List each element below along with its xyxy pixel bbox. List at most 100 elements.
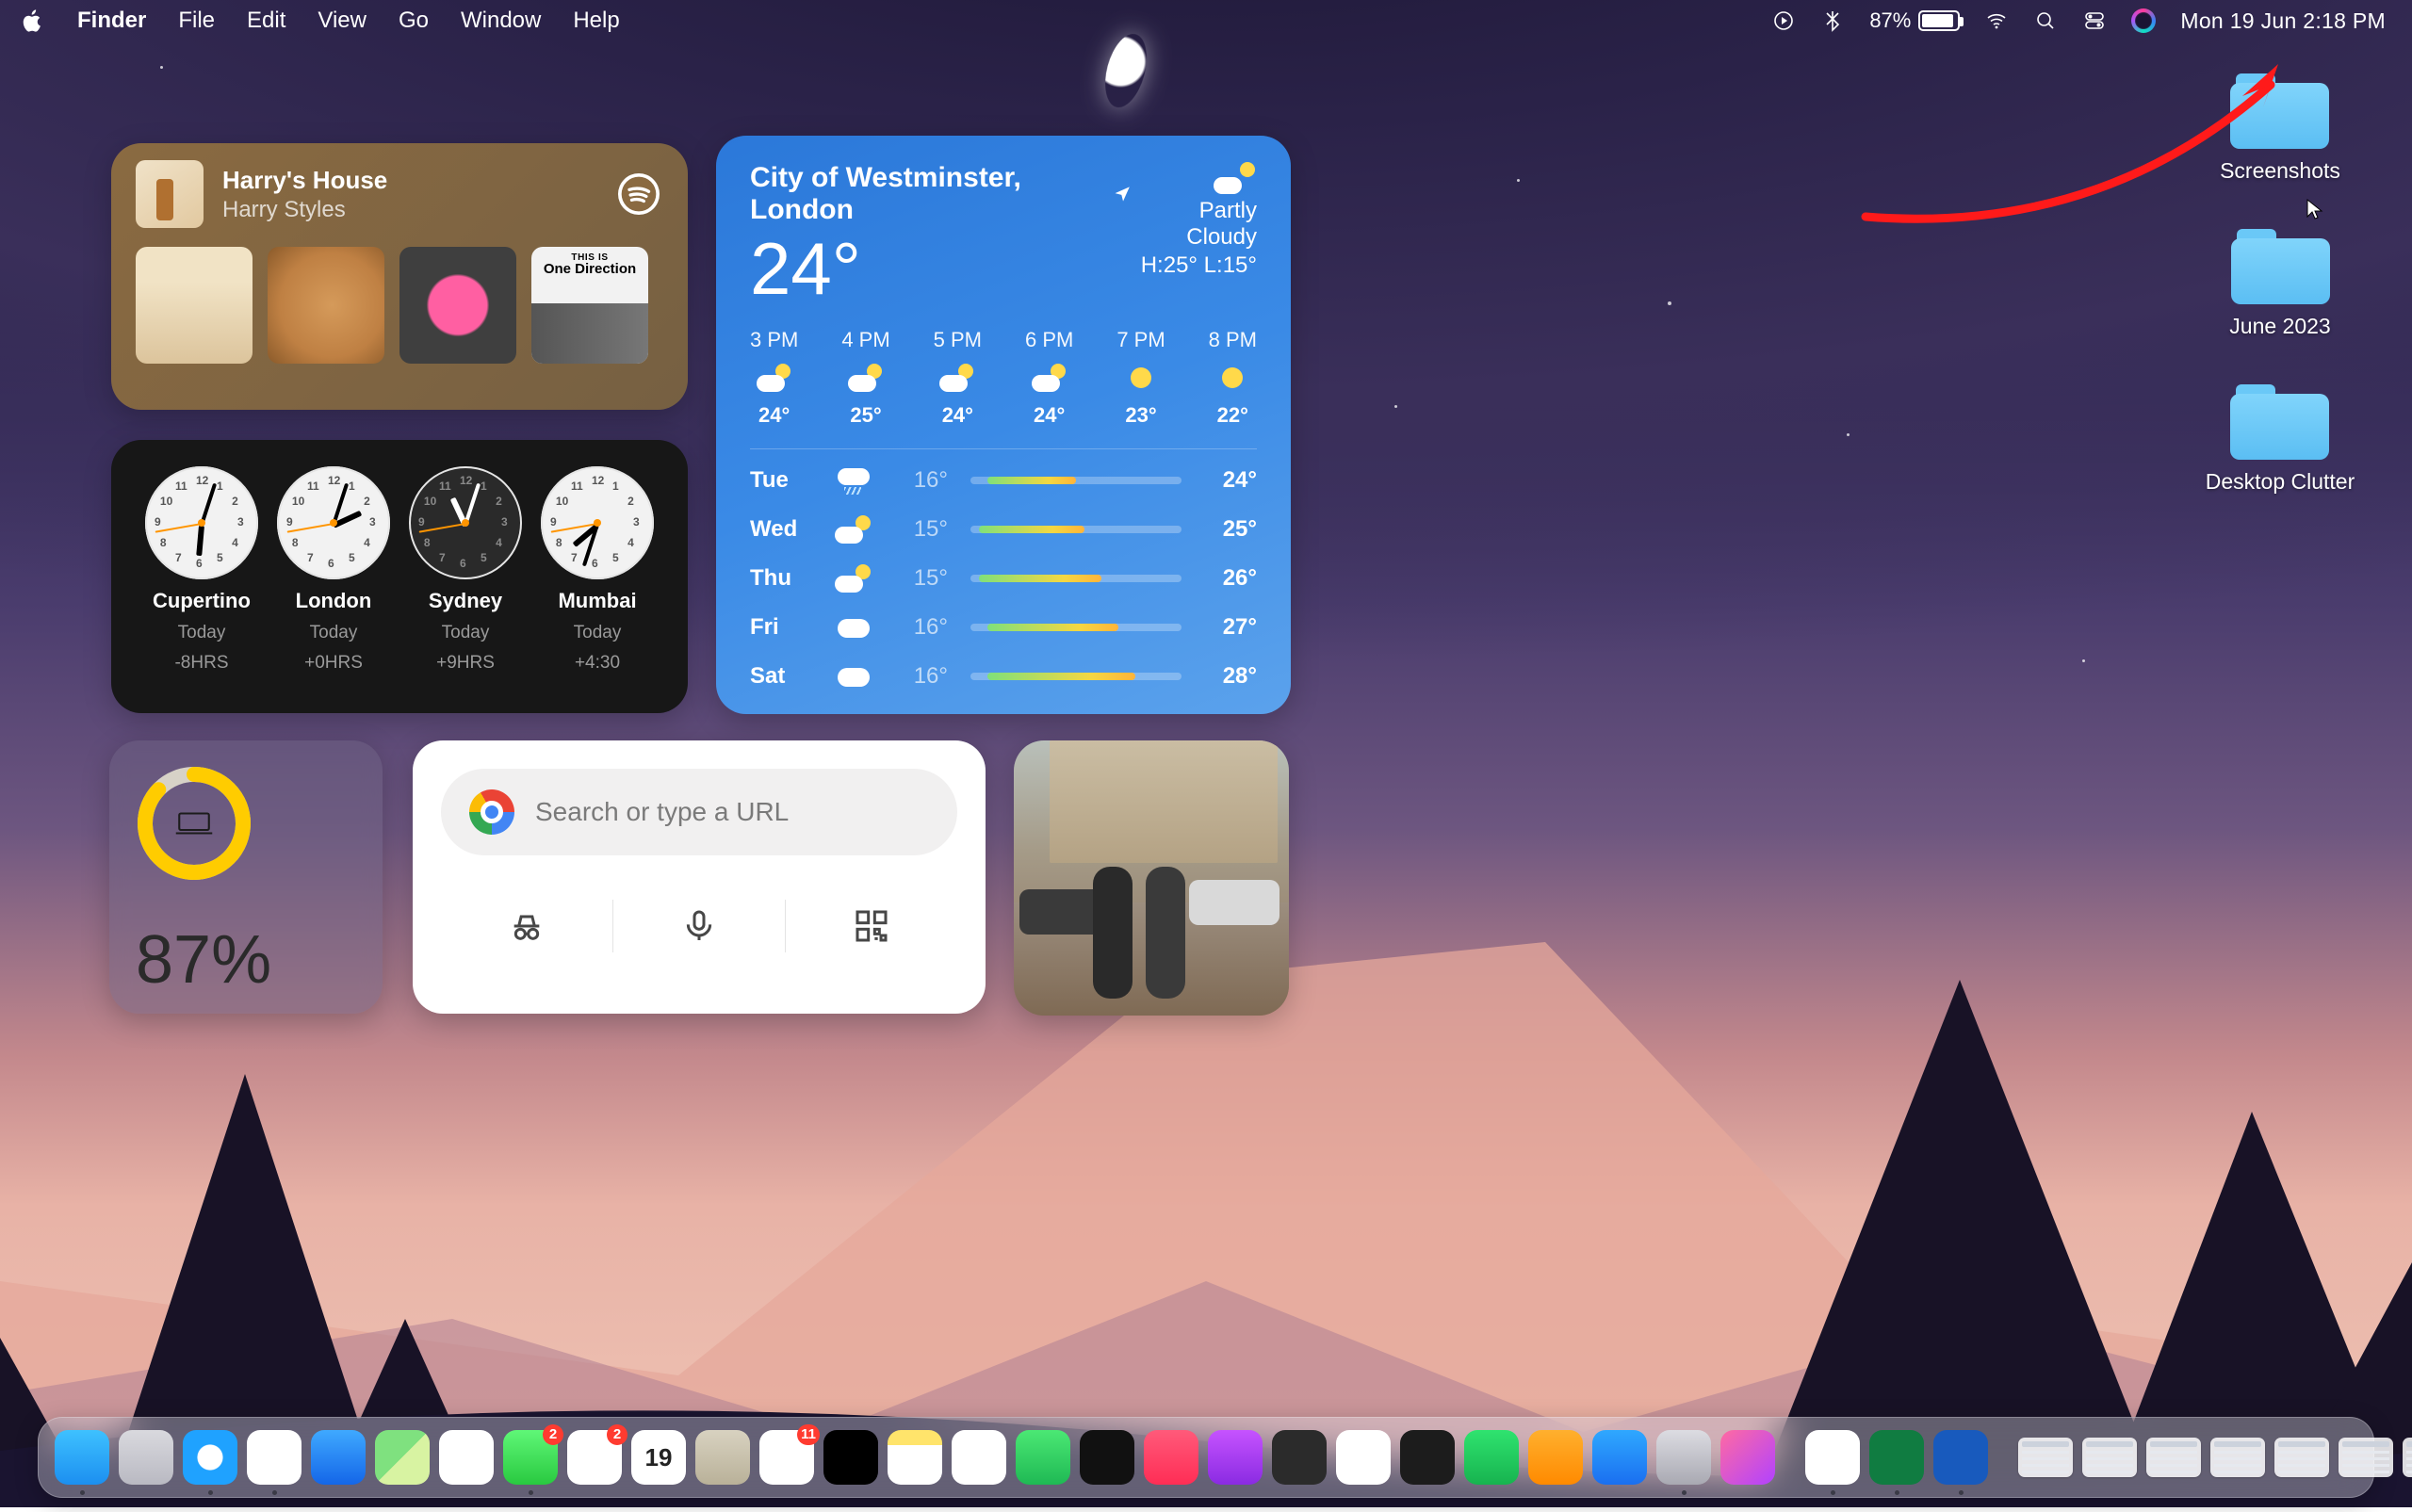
battery-widget[interactable]: 87% [109,740,383,1014]
clock-city: London [296,589,372,613]
dock-whatsapp[interactable] [1016,1430,1070,1485]
dock-minimized-windows [2018,1438,2412,1477]
wifi-icon[interactable] [1984,8,2009,33]
qr-lens-button[interactable] [786,884,957,968]
desktop-folder[interactable]: Desktop Clutter [2206,384,2355,495]
music-suggestions: THIS ISOne Direction [111,228,688,364]
weather-icon [1032,364,1067,392]
dock-music[interactable] [1144,1430,1198,1485]
minimized-window[interactable] [2403,1438,2412,1477]
menu-view[interactable]: View [318,8,367,34]
day-label: Tue [750,467,812,494]
weather-icon [939,364,975,392]
dock-safari[interactable] [183,1430,237,1485]
music-thumb[interactable] [268,247,384,364]
active-app-name[interactable]: Finder [77,8,146,34]
photos-widget[interactable] [1014,740,1289,1016]
minimized-window[interactable] [2018,1438,2073,1477]
weather-widget[interactable]: City of Westminster, London 24° Partly C… [716,136,1291,714]
hour-temp: 23° [1125,403,1156,428]
minimized-window[interactable] [2146,1438,2201,1477]
hour-temp: 24° [758,403,790,428]
dock-appstore[interactable] [1592,1430,1647,1485]
battery-status[interactable]: 87% [1869,8,1960,33]
daily-forecast: Wed15°25° [750,515,1257,544]
menu-window[interactable]: Window [461,8,541,34]
music-thumb[interactable] [136,247,253,364]
daily-forecast: Thu15°26° [750,564,1257,593]
hourly-forecast: 7 PM 23° [1116,328,1165,428]
apple-menu-icon[interactable] [21,8,45,33]
menu-go[interactable]: Go [399,8,429,34]
day-label: Wed [750,516,812,543]
dock-maps[interactable] [375,1430,430,1485]
folder-label: Screenshots [2220,158,2340,184]
music-widget[interactable]: Harry's House Harry Styles THIS ISOne Di… [111,143,688,410]
bluetooth-icon[interactable] [1820,8,1845,33]
weather-icon [835,466,872,495]
hourly-forecast: 6 PM24° [1025,328,1073,428]
day-low: 16° [895,614,948,641]
weather-icon [757,364,792,392]
dock-photos[interactable] [439,1430,494,1485]
hour-label: 8 PM [1209,328,1257,352]
dock-mail[interactable] [311,1430,366,1485]
dock-contacts[interactable] [695,1430,750,1485]
minimized-window[interactable] [2082,1438,2137,1477]
menu-help[interactable]: Help [573,8,619,34]
music-thumb[interactable] [399,247,516,364]
dock-messages[interactable]: 2 [503,1430,558,1485]
minimized-window[interactable] [2210,1438,2265,1477]
day-high: 24° [1204,467,1257,494]
dock-edge[interactable] [1805,1430,1860,1485]
weather-icon [835,613,872,642]
chrome-search-bar[interactable]: Search or type a URL [441,769,957,855]
desktop-folder[interactable]: Screenshots [2220,73,2340,184]
dock-calendar2[interactable]: 19 [631,1430,686,1485]
control-center-icon[interactable] [2082,8,2107,33]
dock-terminal[interactable] [1400,1430,1455,1485]
temp-range-bar [970,526,1182,533]
dock-word[interactable] [1933,1430,1988,1485]
now-playing-icon[interactable] [1771,8,1796,33]
dock-intellij[interactable] [1272,1430,1327,1485]
hourly-forecast: 5 PM24° [934,328,982,428]
dock-brave[interactable] [952,1430,1006,1485]
dock: 221911 [38,1417,2374,1498]
dock-shortcuts[interactable] [1720,1430,1775,1485]
dock-settings[interactable] [1656,1430,1711,1485]
dock-calendar1[interactable]: 2 [567,1430,622,1485]
siri-icon[interactable] [2131,8,2156,33]
world-clock-widget[interactable]: 121234567891011CupertinoToday-8HRS121234… [111,440,688,713]
desktop-folder[interactable]: June 2023 [2229,229,2330,339]
dock-freeform[interactable] [1336,1430,1391,1485]
dock-finder[interactable] [55,1430,109,1485]
chrome-search-widget[interactable]: Search or type a URL [413,740,986,1014]
minimized-window[interactable] [2339,1438,2393,1477]
spotlight-icon[interactable] [2033,8,2058,33]
hour-label: 7 PM [1116,328,1165,352]
dock-notes[interactable] [888,1430,942,1485]
dock-appletv[interactable] [1080,1430,1134,1485]
dock-podcasts[interactable] [1208,1430,1263,1485]
dock-stocks[interactable] [823,1430,878,1485]
dock-numbers[interactable] [1464,1430,1519,1485]
menubar-datetime[interactable]: Mon 19 Jun 2:18 PM [2180,8,2386,34]
dock-chrome[interactable] [247,1430,302,1485]
day-high: 25° [1204,516,1257,543]
minimized-window[interactable] [2274,1438,2329,1477]
hour-label: 4 PM [841,328,889,352]
hour-label: 3 PM [750,328,798,352]
menu-file[interactable]: File [178,8,215,34]
folder-icon [2230,73,2329,149]
menu-edit[interactable]: Edit [247,8,285,34]
moon-graphic [1098,29,1153,112]
clock-today: Today [574,623,622,643]
dock-launchpad[interactable] [119,1430,173,1485]
dock-reminders[interactable]: 11 [759,1430,814,1485]
incognito-button[interactable] [441,900,613,952]
voice-search-button[interactable] [613,900,786,952]
dock-excel[interactable] [1869,1430,1924,1485]
music-thumb[interactable]: THIS ISOne Direction [531,247,648,364]
dock-pages[interactable] [1528,1430,1583,1485]
